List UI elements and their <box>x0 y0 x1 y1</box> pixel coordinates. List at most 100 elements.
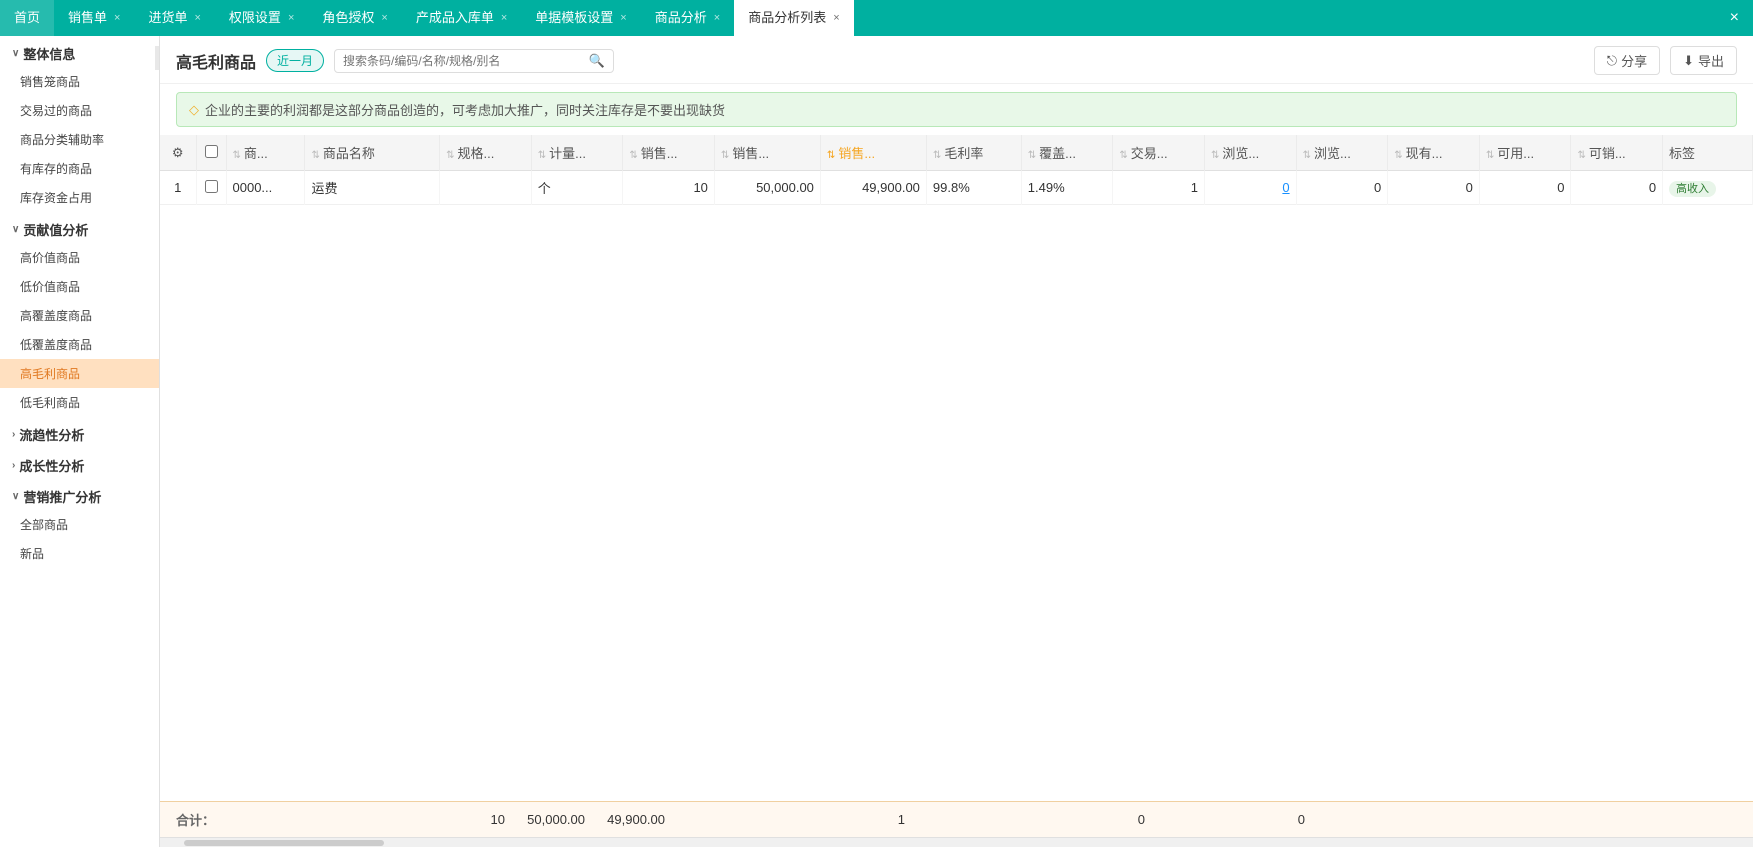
nav-template-settings[interactable]: 单据模板设置 × <box>521 0 640 36</box>
col-trade-count[interactable]: ⇅交易... <box>1113 135 1205 171</box>
sidebar-collapse-button[interactable]: « <box>155 46 160 70</box>
sidebar-item-all-goods[interactable]: 全部商品 <box>0 510 159 539</box>
nav-purchase-order[interactable]: 进货单 × <box>134 0 214 36</box>
sidebar-section-growth[interactable]: › 成长性分析 <box>0 448 159 479</box>
close-permission-icon[interactable]: × <box>288 0 294 36</box>
nav-goods-analysis[interactable]: 商品分析 × <box>641 0 734 36</box>
sidebar-section-trend[interactable]: › 流趋性分析 <box>0 417 159 448</box>
expand-arrow-overall: ∨ <box>12 48 19 59</box>
sidebar: « ∨ 整体信息 销售笼商品 交易过的商品 商品分类辅助率 有库存的商品 库存资… <box>0 36 160 847</box>
sidebar-item-low-coverage[interactable]: 低覆盖度商品 <box>0 330 159 359</box>
col-available[interactable]: ⇅可用... <box>1479 135 1571 171</box>
footer-empty1 <box>231 812 431 827</box>
cell-checkbox-0[interactable] <box>196 171 226 205</box>
export-button[interactable]: ⬇ 导出 <box>1670 46 1737 75</box>
cell-qty-0: 10 <box>623 171 715 205</box>
sidebar-section-overall[interactable]: ∨ 整体信息 <box>0 36 159 67</box>
tip-icon: ◇ <box>189 102 199 118</box>
table-row: 1 0000... 运费 个 10 50,000.00 49,900.00 99 <box>160 171 1753 205</box>
cell-code-0: 0000... <box>226 171 305 205</box>
footer-coverage2 <box>751 812 831 827</box>
sidebar-item-traded-goods[interactable]: 交易过的商品 <box>0 96 159 125</box>
close-role-auth-icon[interactable]: × <box>381 0 387 36</box>
expand-arrow-growth: › <box>12 460 15 471</box>
col-spec[interactable]: ⇅规格... <box>440 135 532 171</box>
cell-stock-0: 0 <box>1388 171 1480 205</box>
search-input[interactable] <box>343 54 584 68</box>
sidebar-item-sales-goods[interactable]: 销售笼商品 <box>0 67 159 96</box>
sidebar-item-low-margin[interactable]: 低毛利商品 <box>0 388 159 417</box>
expand-arrow-trend: › <box>12 429 15 440</box>
cell-browse1-0[interactable]: 0 <box>1205 171 1297 205</box>
nav-role-auth[interactable]: 角色授权 × <box>308 0 401 36</box>
col-coverage[interactable]: ⇅覆盖... <box>1021 135 1113 171</box>
sidebar-item-low-value[interactable]: 低价值商品 <box>0 272 159 301</box>
sidebar-item-high-value[interactable]: 高价值商品 <box>0 243 159 272</box>
data-table: ⚙ ⇅商... ⇅商品名称 ⇅规格... ⇅计量... ⇅销售... ⇅销售..… <box>160 135 1753 205</box>
scroll-thumb[interactable] <box>184 840 384 846</box>
nav-permission-settings[interactable]: 权限设置 × <box>215 0 308 36</box>
sort-spec-icon: ⇅ <box>446 150 454 161</box>
sidebar-item-analysis-helper[interactable]: 商品分类辅助率 <box>0 125 159 154</box>
footer-trade: 1 <box>831 812 911 827</box>
close-goods-analysis-icon[interactable]: × <box>714 0 720 36</box>
col-margin-rate[interactable]: ⇅毛利率 <box>926 135 1021 171</box>
footer-margin <box>671 812 751 827</box>
sort-name-icon: ⇅ <box>311 150 319 161</box>
close-finished-goods-icon[interactable]: × <box>501 0 507 36</box>
sidebar-item-high-margin[interactable]: 高毛利商品 <box>0 359 159 388</box>
info-banner-text: 企业的主要的利润都是这部分商品创造的，可考虑加大推广，同时关注库存是不要出现缺货 <box>205 100 725 119</box>
col-browse1[interactable]: ⇅浏览... <box>1205 135 1297 171</box>
footer-browse1 <box>911 812 991 827</box>
sort-amount-icon: ⇅ <box>721 150 729 161</box>
settings-icon[interactable]: ⚙ <box>172 145 184 160</box>
col-saleable[interactable]: ⇅可销... <box>1571 135 1663 171</box>
sidebar-item-new-goods[interactable]: 新品 <box>0 539 159 568</box>
nav-goods-analysis-list[interactable]: 商品分析列表 × <box>734 0 853 36</box>
expand-arrow-finance: ∨ <box>12 224 19 235</box>
horizontal-scrollbar[interactable] <box>160 837 1753 847</box>
share-button[interactable]: ⎋ 分享 <box>1594 46 1660 75</box>
col-sales-qty[interactable]: ⇅销售... <box>623 135 715 171</box>
select-all-checkbox[interactable] <box>205 145 218 158</box>
close-purchase-order-icon[interactable]: × <box>194 0 200 36</box>
footer-cells: 10 50,000.00 49,900.00 1 0 0 <box>231 812 1737 827</box>
sort-coverage-icon: ⇅ <box>1028 150 1036 161</box>
sidebar-section-finance[interactable]: ∨ 贡献值分析 <box>0 212 159 243</box>
col-browse2[interactable]: ⇅浏览... <box>1296 135 1388 171</box>
col-sales-amount[interactable]: ⇅销售... <box>714 135 820 171</box>
search-box: 🔍 <box>334 49 614 73</box>
cell-saleable-0: 0 <box>1571 171 1663 205</box>
close-template-icon[interactable]: × <box>620 0 626 36</box>
time-filter-button[interactable]: 近一月 <box>266 49 324 72</box>
sidebar-item-stock-capital[interactable]: 库存资金占用 <box>0 183 159 212</box>
col-unit[interactable]: ⇅计量... <box>531 135 623 171</box>
sort-browse2-icon: ⇅ <box>1303 150 1311 161</box>
cell-amount-0: 50,000.00 <box>714 171 820 205</box>
nav-sales-order[interactable]: 销售单 × <box>54 0 134 36</box>
share-icon: ⎋ <box>1607 53 1617 69</box>
expand-arrow-marketing: ∨ <box>12 491 19 502</box>
close-sales-order-icon[interactable]: × <box>114 0 120 36</box>
col-current-stock[interactable]: ⇅现有... <box>1388 135 1480 171</box>
sidebar-item-in-stock[interactable]: 有库存的商品 <box>0 154 159 183</box>
col-checkbox[interactable] <box>196 135 226 171</box>
nav-home[interactable]: 首页 <box>0 0 54 36</box>
col-tag[interactable]: 标签 <box>1663 135 1753 171</box>
sidebar-section-marketing[interactable]: ∨ 营销推广分析 <box>0 479 159 510</box>
close-goods-analysis-list-icon[interactable]: × <box>833 0 839 36</box>
sort-qty-icon: ⇅ <box>629 150 637 161</box>
col-code[interactable]: ⇅商... <box>226 135 305 171</box>
col-sales-profit[interactable]: ⇅销售... <box>820 135 926 171</box>
content-header: 高毛利商品 近一月 🔍 ⎋ 分享 ⬇ 导出 <box>160 36 1753 84</box>
nav-finished-goods[interactable]: 产成品入库单 × <box>402 0 521 36</box>
page-title: 高毛利商品 <box>176 49 256 73</box>
search-icon[interactable]: 🔍 <box>589 53 605 69</box>
nav-close-all[interactable]: × <box>1716 0 1753 36</box>
row-checkbox-0[interactable] <box>205 180 218 193</box>
cell-profit-0: 49,900.00 <box>820 171 926 205</box>
col-name[interactable]: ⇅商品名称 <box>305 135 440 171</box>
tag-high-income: 高收入 <box>1669 181 1716 197</box>
sidebar-item-high-coverage[interactable]: 高覆盖度商品 <box>0 301 159 330</box>
cell-index-0: 1 <box>160 171 196 205</box>
